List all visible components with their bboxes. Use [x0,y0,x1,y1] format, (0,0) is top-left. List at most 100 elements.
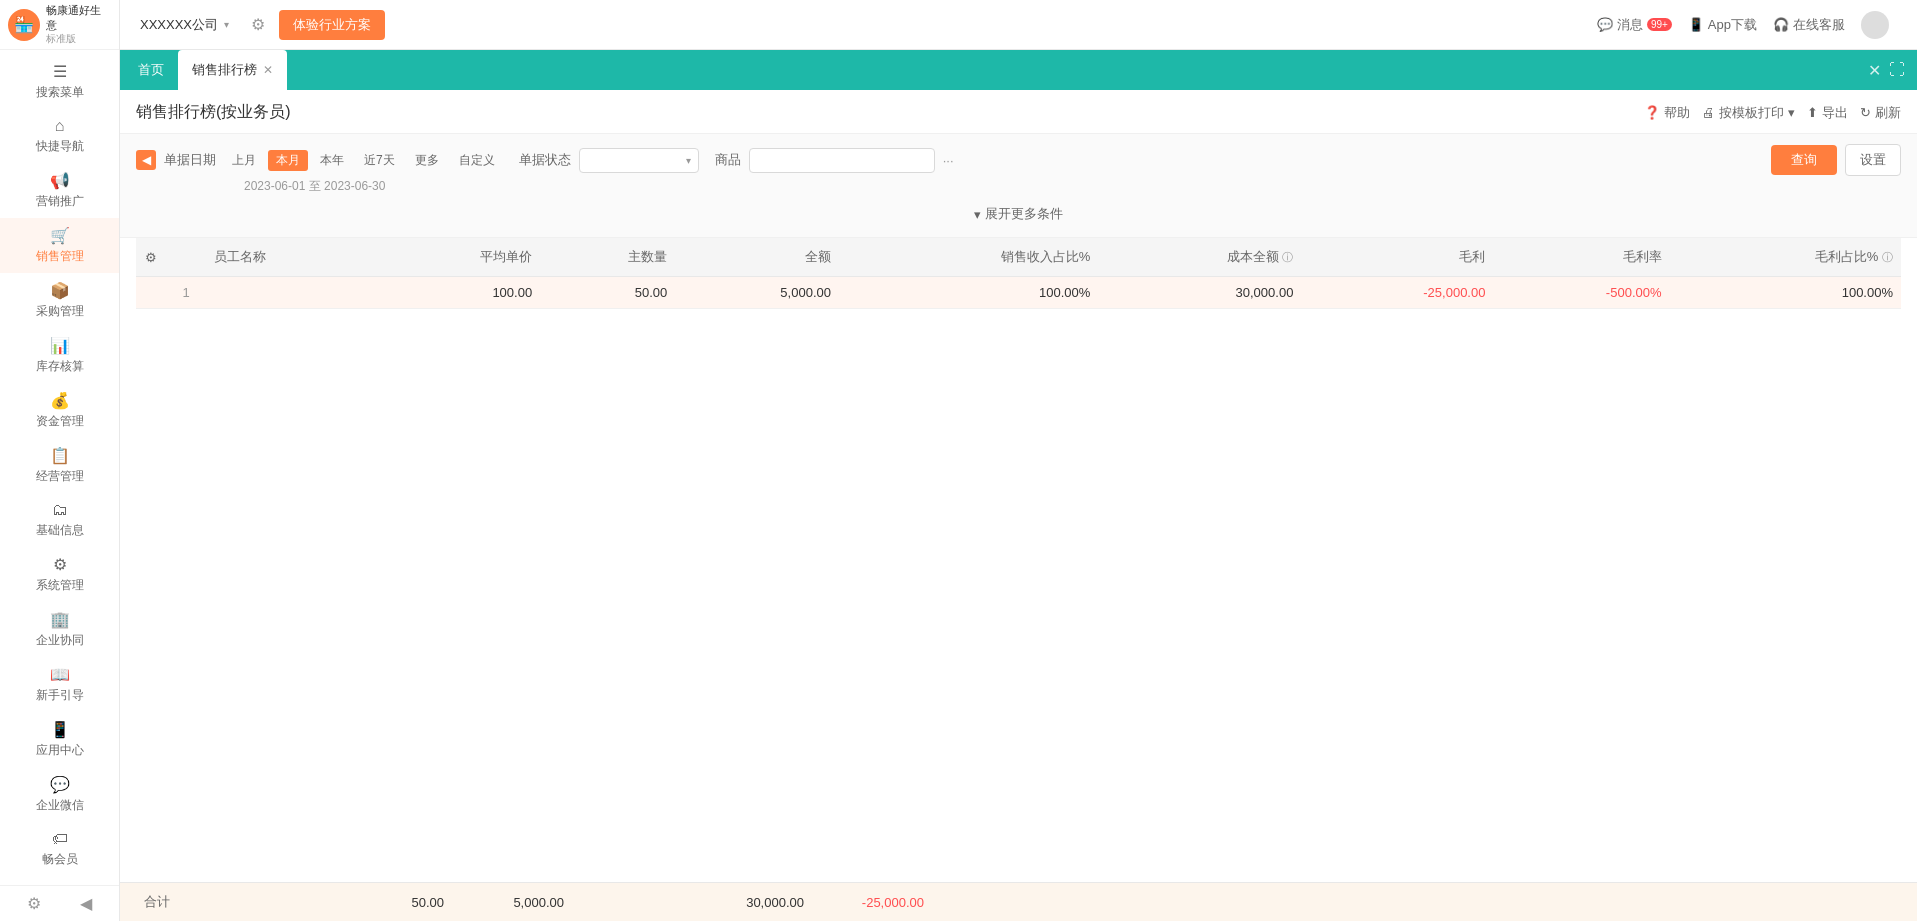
date-tab-7days[interactable]: 近7天 [356,150,403,171]
header-gear-icon[interactable]: ⚙ [247,11,269,38]
cost-info-icon[interactable]: ⓘ [1282,251,1293,263]
sidebar-item-new-guide[interactable]: 📖 新手引导 [0,657,119,712]
collapse-icon[interactable]: ◀ [80,894,92,913]
date-range-display: 2023-06-01 至 2023-06-30 [244,178,1901,195]
refresh-btn[interactable]: ↻ 刷新 [1860,104,1901,122]
row-employee [206,277,373,309]
sidebar-label-quick-nav: 快捷导航 [36,138,84,155]
sidebar-icon-sales-mgmt: 🛒 [50,226,70,245]
row-avg-price: 100.00 [373,277,540,309]
status-filter: 单据状态 ▾ [519,148,699,173]
date-tab-more[interactable]: 更多 [407,150,447,171]
sidebar-icon-system-mgmt: ⚙ [53,555,67,574]
status-select[interactable] [579,148,699,173]
export-btn[interactable]: ⬆ 导出 [1807,104,1848,122]
sidebar-label-member: 畅会员 [42,851,78,868]
sidebar-item-member[interactable]: 🏷 畅会员 [0,822,119,876]
message-icon: 💬 [1597,17,1613,32]
header-right: 💬 消息 99+ 📱 App下载 🎧 在线客服 [1597,11,1905,39]
sidebar-label-inventory: 库存核算 [36,358,84,375]
sidebar-label-enterprise-wechat: 企业微信 [36,797,84,814]
expand-more-icon: ▾ [974,207,981,222]
footer-gross: -25,000.00 [804,895,924,910]
sidebar-icon-member: 🏷 [52,830,68,848]
table-body: 1 100.00 50.00 5,000.00 100.00% 30,000.0… [136,277,1901,309]
sidebar-item-operation[interactable]: 📋 经营管理 [0,438,119,493]
col-settings[interactable]: ⚙ [136,238,166,277]
app-download-action[interactable]: 📱 App下载 [1688,16,1757,34]
row-gross-rate: -500.00% [1493,277,1669,309]
sidebar-label-sales-mgmt: 销售管理 [36,248,84,265]
app-download-icon: 📱 [1688,17,1704,32]
sidebar-icon-inventory: 📊 [50,336,70,355]
filter-area: ◀ 单据日期 上月 本月 本年 近7天 更多 自定义 单据状态 [120,134,1917,238]
gross-pct-info-icon[interactable]: ⓘ [1882,251,1893,263]
tab-maximize-icon[interactable]: ⛶ [1889,61,1905,79]
collapse-filter-btn[interactable]: ◀ [136,150,156,170]
online-service-action[interactable]: 🎧 在线客服 [1773,16,1845,34]
settings-btn[interactable]: 设置 [1845,144,1901,176]
sidebar: 🏪 畅康通好生意 标准版 ☰ 搜索菜单 ⌂ 快捷导航 📢 营销推广 🛒 销售管理… [0,0,120,921]
export-icon: ⬆ [1807,105,1818,120]
goods-more-icon[interactable]: ··· [943,153,954,168]
help-btn[interactable]: ❓ 帮助 [1644,104,1690,122]
sidebar-label-marketing: 营销推广 [36,193,84,210]
avatar[interactable] [1861,11,1889,39]
sidebar-item-purchase-mgmt[interactable]: 📦 采购管理 [0,273,119,328]
tab-bar: 首页 销售排行榜 ✕ ✕ ⛶ [120,50,1917,90]
col-sales-pct: 销售收入占比% [839,238,1098,277]
sidebar-item-app-center[interactable]: 📱 应用中心 [0,712,119,767]
sidebar-label-operation: 经营管理 [36,468,84,485]
goods-input[interactable] [749,148,935,173]
sidebar-item-search-order[interactable]: ☰ 搜索菜单 [0,54,119,109]
tab-home[interactable]: 首页 [124,50,178,90]
sidebar-icon-basic-info: 🗂 [52,501,68,519]
sidebar-label-basic-info: 基础信息 [36,522,84,539]
col-employee: 员工名称 [206,238,373,277]
sidebar-label-system-mgmt: 系统管理 [36,577,84,594]
message-action[interactable]: 💬 消息 99+ [1597,16,1672,34]
sidebar-item-quick-nav[interactable]: ⌂ 快捷导航 [0,109,119,163]
template-print-btn[interactable]: 🖨 按模板打印 ▾ [1702,104,1795,122]
row-gross: -25,000.00 [1301,277,1493,309]
page-title: 销售排行榜(按业务员) [136,102,291,123]
sidebar-item-enterprise[interactable]: 🏢 企业协同 [0,602,119,657]
tab-sales-rank[interactable]: 销售排行榜 ✕ [178,50,287,90]
expand-more-btn[interactable]: ▾ 展开更多条件 [974,201,1063,227]
sidebar-nav: ☰ 搜索菜单 ⌂ 快捷导航 📢 营销推广 🛒 销售管理 📦 采购管理 📊 库存核… [0,50,119,885]
trial-btn[interactable]: 体验行业方案 [279,10,385,40]
sidebar-icon-quick-nav: ⌂ [55,117,65,135]
col-gross-rate: 毛利率 [1493,238,1669,277]
status-select-wrapper: ▾ [579,148,699,173]
date-tab-prev-month[interactable]: 上月 [224,150,264,171]
date-tab-this-year[interactable]: 本年 [312,150,352,171]
help-icon: ❓ [1644,105,1660,120]
footer-cost: 30,000.00 [684,895,804,910]
date-tab-this-month[interactable]: 本月 [268,150,308,171]
col-rank [166,238,206,277]
headset-icon: 🎧 [1773,17,1789,32]
query-btn[interactable]: 查询 [1771,145,1837,175]
goods-filter: 商品 ··· [715,148,954,173]
sidebar-icon-enterprise: 🏢 [50,610,70,629]
sidebar-icon-app-center: 📱 [50,720,70,739]
sidebar-icon-operation: 📋 [50,446,70,465]
tab-close-icon[interactable]: ✕ [263,63,273,77]
sidebar-item-sales-mgmt[interactable]: 🛒 销售管理 [0,218,119,273]
sidebar-item-inventory[interactable]: 📊 库存核算 [0,328,119,383]
company-selector[interactable]: XXXXXX公司 ▾ [132,12,237,38]
date-label: 单据日期 [164,151,216,169]
col-gross-pct: 毛利占比% ⓘ [1670,238,1901,277]
tab-close-all-icon[interactable]: ✕ [1868,61,1881,80]
date-tabs: 上月 本月 本年 近7天 更多 自定义 [224,150,503,171]
expand-more-label: 展开更多条件 [985,205,1063,223]
sidebar-item-enterprise-wechat[interactable]: 💬 企业微信 [0,767,119,822]
refresh-icon: ↻ [1860,105,1871,120]
date-tab-custom[interactable]: 自定义 [451,150,503,171]
sidebar-item-system-mgmt[interactable]: ⚙ 系统管理 [0,547,119,602]
sidebar-item-marketing[interactable]: 📢 营销推广 [0,163,119,218]
sidebar-item-basic-info[interactable]: 🗂 基础信息 [0,493,119,547]
settings-footer-icon[interactable]: ⚙ [27,894,41,913]
page-header: 销售排行榜(按业务员) ❓ 帮助 🖨 按模板打印 ▾ ⬆ 导出 [120,90,1917,134]
sidebar-item-finance[interactable]: 💰 资金管理 [0,383,119,438]
